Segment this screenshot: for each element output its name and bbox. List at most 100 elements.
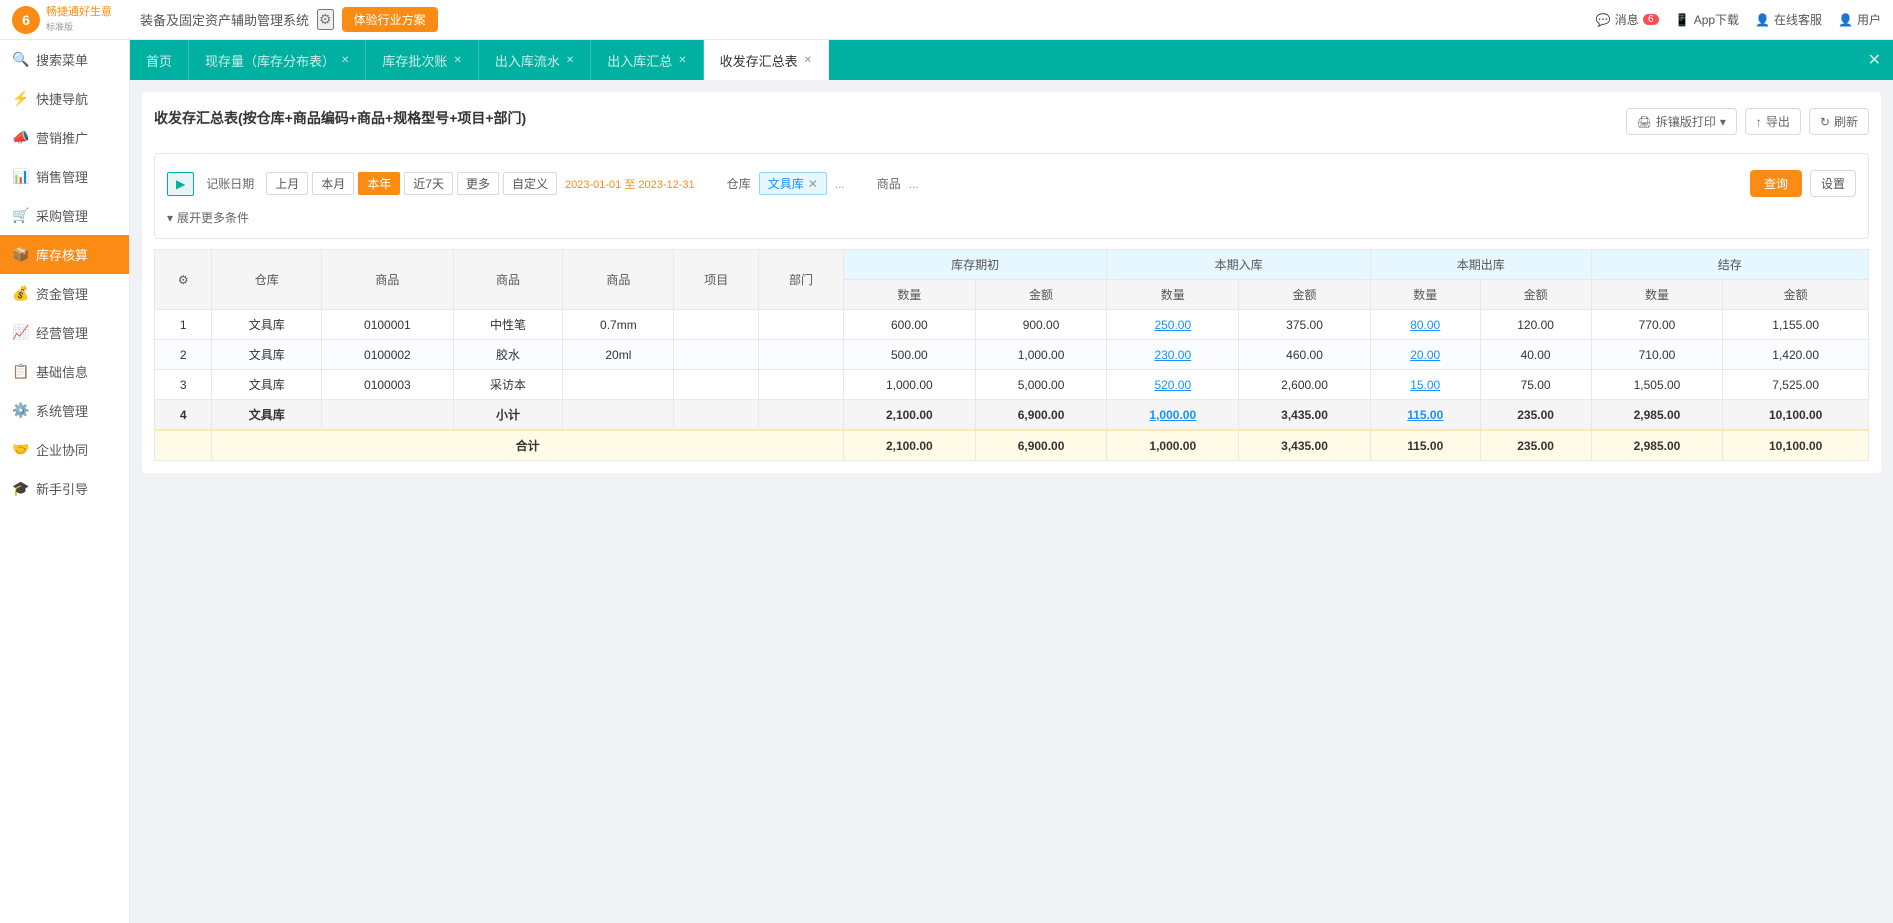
sidebar-item-corp[interactable]: 🤝 企业协同 xyxy=(0,430,129,469)
print-icon: 🖨 xyxy=(1637,115,1652,129)
sidebar-item-newbie[interactable]: 🎓 新手引导 xyxy=(0,469,129,508)
sidebar-item-search[interactable]: 🔍 搜索菜单 xyxy=(0,40,129,79)
system-icon: ⚙️ xyxy=(12,402,28,419)
tab-home[interactable]: 首页 xyxy=(130,40,189,80)
export-button[interactable]: ↑ 导出 xyxy=(1745,108,1801,135)
content-area: 首页 现存量（库存分布表） ✕ 库存批次账 ✕ 出入库流水 ✕ 出入库汇总 ✕ xyxy=(130,40,1893,923)
user-icon: 👤 xyxy=(1838,13,1853,27)
row2-project xyxy=(674,340,759,370)
sidebar-item-marketing[interactable]: 📣 营销推广 xyxy=(0,118,129,157)
row4-in-qty[interactable]: 1,000.00 xyxy=(1107,400,1239,431)
logo-text-group: 畅捷通好生意 标准版 xyxy=(46,6,112,32)
row3-opening-amt: 5,000.00 xyxy=(975,370,1107,400)
date-label: 记账日期 xyxy=(206,175,254,192)
tab-batch[interactable]: 库存批次账 ✕ xyxy=(366,40,478,80)
row3-department xyxy=(759,370,844,400)
row1-in-qty[interactable]: 250.00 xyxy=(1107,310,1239,340)
filter-toggle-btn[interactable]: ▶ xyxy=(167,172,194,196)
row3-out-qty[interactable]: 15.00 xyxy=(1370,370,1480,400)
row3-out-amt: 75.00 xyxy=(1480,370,1591,400)
sidebar-item-operations[interactable]: 📈 经营管理 xyxy=(0,313,129,352)
sidebar-item-system[interactable]: ⚙️ 系统管理 xyxy=(0,391,129,430)
th-project: 项目 xyxy=(674,250,759,310)
refresh-button[interactable]: ↻ 刷新 xyxy=(1809,108,1869,135)
row1-out-qty[interactable]: 80.00 xyxy=(1370,310,1480,340)
system-title: 装备及固定资产辅助管理系统 xyxy=(140,10,309,29)
tab-summary[interactable]: 出入库汇总 ✕ xyxy=(591,40,703,80)
row3-in-qty[interactable]: 520.00 xyxy=(1107,370,1239,400)
row2-in-amt: 460.00 xyxy=(1239,340,1371,370)
footer-out-amt: 235.00 xyxy=(1480,430,1591,461)
warehouse-more[interactable]: ... xyxy=(835,177,845,191)
row2-out-qty[interactable]: 20.00 xyxy=(1370,340,1480,370)
table-row: 3 文具库 0100003 采访本 1,000.00 5,000.00 xyxy=(155,370,1869,400)
th-balance-group: 结存 xyxy=(1591,250,1868,280)
tab-flow-close[interactable]: ✕ xyxy=(566,55,574,66)
date-btn-more[interactable]: 更多 xyxy=(457,172,499,195)
footer-in-qty: 1,000.00 xyxy=(1107,430,1239,461)
th-department: 部门 xyxy=(759,250,844,310)
message-action[interactable]: 💬 消息 6 xyxy=(1596,11,1659,28)
sidebar-item-purchase-label: 采购管理 xyxy=(36,206,88,225)
app-wrapper: 6 畅捷通好生意 标准版 装备及固定资产辅助管理系统 ⚙ 体验行业方案 💬 消息… xyxy=(0,0,1893,923)
date-btn-this-year[interactable]: 本年 xyxy=(358,172,400,195)
query-button[interactable]: 查询 xyxy=(1750,170,1802,197)
export-icon: ↑ xyxy=(1756,115,1762,129)
row1-warehouse: 文具库 xyxy=(212,310,322,340)
app-download-action[interactable]: 📱 App下载 xyxy=(1675,11,1739,28)
tab-stock-summary-close[interactable]: ✕ xyxy=(804,55,812,66)
tab-inventory-dist-label: 现存量（库存分布表） xyxy=(205,51,335,70)
online-service-action[interactable]: 👤 在线客服 xyxy=(1755,11,1822,28)
refresh-label: 刷新 xyxy=(1834,113,1858,130)
tab-home-label: 首页 xyxy=(146,51,172,70)
try-button[interactable]: 体验行业方案 xyxy=(342,7,438,32)
row1-product-spec: 0.7mm xyxy=(563,310,674,340)
service-icon: 👤 xyxy=(1755,13,1770,27)
sidebar-item-purchase[interactable]: 🛒 采购管理 xyxy=(0,196,129,235)
row2-in-qty[interactable]: 230.00 xyxy=(1107,340,1239,370)
row2-product-code: 0100002 xyxy=(322,340,454,370)
date-btn-prev-month[interactable]: 上月 xyxy=(266,172,308,195)
set-button[interactable]: 设置 xyxy=(1810,170,1856,197)
expand-button[interactable]: ▾ 展开更多条件 xyxy=(167,209,249,226)
print-dropdown-icon: ▾ xyxy=(1720,115,1726,129)
date-btn-custom[interactable]: 自定义 xyxy=(503,172,557,195)
warehouse-tag[interactable]: 文具库 ✕ xyxy=(759,172,827,195)
sidebar-item-inventory[interactable]: 📦 库存核算 xyxy=(0,235,129,274)
export-label: 导出 xyxy=(1766,113,1790,130)
row2-product-name: 胶水 xyxy=(453,340,563,370)
th-in-group: 本期入库 xyxy=(1107,250,1370,280)
tab-stock-summary-label: 收发存汇总表 xyxy=(720,51,798,70)
expand-row: ▾ 展开更多条件 xyxy=(167,205,1856,230)
sidebar-item-quick[interactable]: ⚡ 快捷导航 xyxy=(0,79,129,118)
sidebar-item-basic[interactable]: 📋 基础信息 xyxy=(0,352,129,391)
print-button[interactable]: 🖨 拆镶版打印 ▾ xyxy=(1626,108,1737,135)
sidebar-item-sales[interactable]: 📊 销售管理 xyxy=(0,157,129,196)
th-settings[interactable]: ⚙ xyxy=(155,250,212,310)
tab-flow[interactable]: 出入库流水 ✕ xyxy=(479,40,591,80)
phone-icon: 📱 xyxy=(1675,13,1690,27)
footer-out-qty: 115.00 xyxy=(1370,430,1480,461)
inventory-icon: 📦 xyxy=(12,246,28,263)
tab-summary-close[interactable]: ✕ xyxy=(678,55,686,66)
user-action[interactable]: 👤 用户 xyxy=(1838,11,1881,28)
date-btn-this-month[interactable]: 本月 xyxy=(312,172,354,195)
row4-out-qty[interactable]: 115.00 xyxy=(1370,400,1480,431)
row1-balance-amt: 1,155.00 xyxy=(1723,310,1869,340)
warehouse-tag-del[interactable]: ✕ xyxy=(808,177,818,191)
sales-icon: 📊 xyxy=(12,168,28,185)
tab-close-all[interactable]: ✕ xyxy=(1856,50,1893,70)
tab-summary-label: 出入库汇总 xyxy=(607,51,672,70)
tab-inventory-dist[interactable]: 现存量（库存分布表） ✕ xyxy=(189,40,366,80)
tab-inventory-dist-close[interactable]: ✕ xyxy=(341,55,349,66)
th-out-group: 本期出库 xyxy=(1370,250,1591,280)
tab-batch-close[interactable]: ✕ xyxy=(453,55,461,66)
date-btn-7days[interactable]: 近7天 xyxy=(404,172,453,195)
product-more[interactable]: ... xyxy=(909,177,919,191)
date-group: 上月 本月 本年 近7天 更多 自定义 2023-01-01 至 2023-12… xyxy=(266,172,694,195)
tab-stock-summary[interactable]: 收发存汇总表 ✕ xyxy=(704,40,829,80)
row4-balance-qty: 2,985.00 xyxy=(1591,400,1723,431)
th-product-code: 商品 xyxy=(322,250,454,310)
sidebar-item-finance[interactable]: 💰 资金管理 xyxy=(0,274,129,313)
settings-gear-button[interactable]: ⚙ xyxy=(317,9,334,30)
